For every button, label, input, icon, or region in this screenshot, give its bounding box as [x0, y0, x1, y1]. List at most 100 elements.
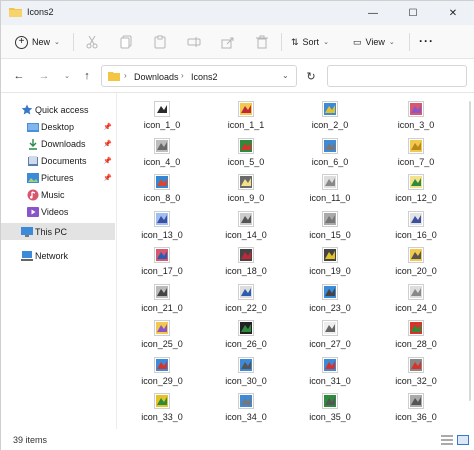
file-item[interactable]: icon_11_0 [294, 172, 364, 206]
file-item[interactable]: icon_36_0 [380, 391, 450, 425]
file-item[interactable]: icon_3_0 [380, 99, 450, 133]
breadcrumb-downloads[interactable]: Downloads [134, 72, 179, 82]
sidebar-item-documents[interactable]: Documents 📌 [1, 152, 115, 169]
sidebar-item-desktop[interactable]: Desktop 📌 [1, 118, 115, 135]
window-title: Icons2 [27, 7, 54, 17]
file-item[interactable]: icon_16_0 [380, 209, 450, 243]
file-item[interactable]: icon_1_1 [210, 99, 280, 133]
sidebar-item-downloads[interactable]: Downloads 📌 [1, 135, 115, 152]
sidebar-item-quick-access[interactable]: Quick access [1, 101, 115, 118]
search-input[interactable] [327, 65, 467, 87]
minimize-button[interactable]: — [353, 1, 393, 25]
up-button[interactable]: ↑ [79, 68, 95, 84]
chevron-down-icon: ⌄ [388, 39, 395, 46]
close-button[interactable]: ✕ [433, 1, 473, 25]
file-item[interactable]: icon_15_0 [294, 209, 364, 243]
sidebar-item-label: Network [35, 250, 69, 261]
scrollbar[interactable] [469, 101, 471, 401]
file-item[interactable]: icon_21_0 [126, 282, 196, 316]
file-item[interactable]: icon_26_0 [210, 318, 280, 352]
image-file-icon [408, 174, 424, 190]
file-item[interactable]: icon_32_0 [380, 355, 450, 389]
sidebar-item-music[interactable]: Music [1, 186, 115, 203]
file-name: icon_30_0 [225, 375, 267, 386]
file-item[interactable]: icon_29_0 [126, 355, 196, 389]
file-name: icon_31_0 [309, 375, 351, 386]
large-icons-view-button[interactable] [457, 435, 469, 445]
file-item[interactable]: icon_34_0 [210, 391, 280, 425]
file-item[interactable]: icon_22_0 [210, 282, 280, 316]
file-item[interactable]: icon_8_0 [126, 172, 196, 206]
image-file-icon [238, 247, 254, 263]
image-file-icon [408, 210, 424, 227]
chevron-down-icon: ⌄ [54, 39, 60, 46]
file-name: icon_3_0 [397, 120, 435, 130]
file-name: icon_36_0 [395, 412, 437, 422]
details-view-button[interactable] [441, 435, 453, 445]
sidebar-item-label: Documents [41, 155, 87, 166]
image-file-icon [408, 137, 424, 154]
breadcrumb-icons2[interactable]: Icons2 [191, 72, 218, 82]
file-item[interactable]: icon_27_0 [294, 318, 364, 352]
new-button[interactable]: + New ⌄ [15, 34, 60, 50]
download-icon [27, 138, 39, 150]
file-item[interactable]: icon_12_0 [380, 172, 450, 206]
address-bar[interactable]: › Downloads › Icons2 ⌄ [101, 65, 297, 87]
forward-button[interactable]: → [36, 68, 52, 84]
image-file-icon [238, 320, 254, 336]
file-name: icon_8_0 [143, 193, 181, 203]
image-file-icon [154, 174, 170, 190]
sidebar-item-this-pc[interactable]: This PC [1, 223, 115, 240]
file-item[interactable]: icon_14_0 [210, 209, 280, 243]
sidebar-item-label: Music [41, 189, 65, 200]
file-item[interactable]: icon_2_0 [294, 99, 364, 133]
cut-icon[interactable] [85, 35, 99, 49]
file-item[interactable]: icon_13_0 [126, 209, 196, 243]
image-file-icon [238, 137, 254, 154]
recent-locations-button[interactable]: ⌄ [59, 68, 75, 84]
view-button[interactable]: ▭ View ⌄ [353, 34, 395, 50]
file-item[interactable]: icon_20_0 [380, 245, 450, 279]
file-item[interactable]: icon_6_0 [294, 136, 364, 170]
file-item[interactable]: icon_1_0 [126, 99, 196, 133]
sort-label: Sort [302, 37, 320, 47]
chevron-down-icon[interactable]: ⌄ [282, 71, 289, 80]
share-icon[interactable] [221, 35, 235, 49]
toolbar-divider [281, 33, 282, 51]
sort-button[interactable]: ⇅ Sort ⌄ [291, 34, 329, 50]
file-item[interactable]: icon_17_0 [126, 245, 196, 279]
refresh-button[interactable]: ↻ [301, 66, 321, 86]
paste-icon[interactable] [153, 35, 167, 49]
file-item[interactable]: icon_18_0 [210, 245, 280, 279]
image-file-icon [408, 283, 424, 300]
file-name: icon_17_0 [141, 266, 183, 276]
file-item[interactable]: icon_31_0 [294, 355, 364, 389]
file-item[interactable]: icon_28_0 [380, 318, 450, 352]
file-item[interactable]: icon_24_0 [380, 282, 450, 316]
copy-icon[interactable] [119, 35, 133, 49]
back-button[interactable]: ← [11, 68, 27, 84]
rename-icon[interactable] [187, 35, 201, 49]
file-item[interactable]: icon_25_0 [126, 318, 196, 352]
sidebar-item-label: Pictures [41, 172, 74, 183]
address-row: ← → ⌄ ↑ › Downloads › Icons2 ⌄ ↻ [1, 59, 474, 93]
maximize-button[interactable]: ☐ [393, 1, 433, 25]
delete-icon[interactable] [255, 35, 269, 49]
image-file-icon [238, 174, 254, 190]
file-item[interactable]: icon_7_0 [380, 136, 450, 170]
sidebar-item-pictures[interactable]: Pictures 📌 [1, 169, 115, 186]
file-item[interactable]: icon_30_0 [210, 355, 280, 389]
sidebar-item-network[interactable]: Network [1, 247, 115, 264]
file-item[interactable]: icon_9_0 [210, 172, 280, 206]
more-options-button[interactable]: ··· [419, 34, 434, 48]
folder-icon [9, 7, 22, 17]
file-item[interactable]: icon_4_0 [126, 136, 196, 170]
file-item[interactable]: icon_35_0 [294, 391, 364, 425]
file-item[interactable]: icon_19_0 [294, 245, 364, 279]
file-item[interactable]: icon_5_0 [210, 136, 280, 170]
sidebar-item-videos[interactable]: Videos [1, 203, 115, 220]
sidebar-item-label: Videos [41, 206, 69, 217]
file-item[interactable]: icon_33_0 [126, 391, 196, 425]
sidebar-item-label: Downloads [41, 138, 86, 149]
file-item[interactable]: icon_23_0 [294, 282, 364, 316]
